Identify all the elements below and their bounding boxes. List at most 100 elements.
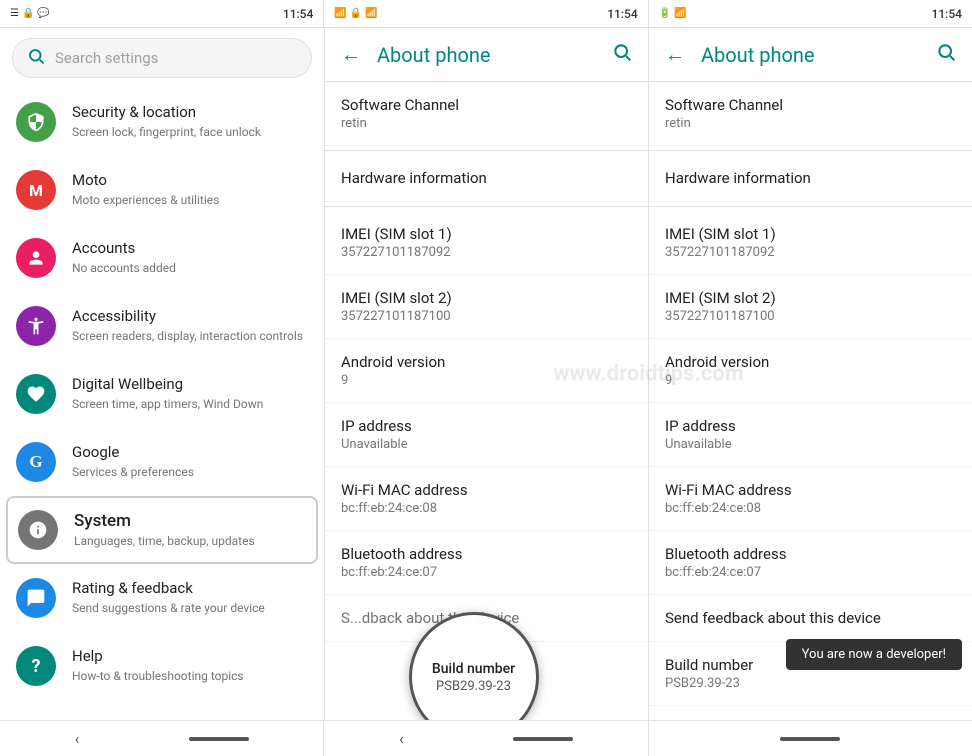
wifi-value-2: bc:ff:eb:24:ce:08 <box>665 501 956 516</box>
search-action-1[interactable] <box>612 42 632 67</box>
nav-section-1: ‹ <box>0 721 324 756</box>
back-button-2[interactable]: ← <box>665 42 685 67</box>
imei1-label-2: IMEI (SIM slot 1) <box>665 225 956 243</box>
nav-bar: ‹ ‹ <box>0 720 972 756</box>
ip-label-1: IP address <box>341 417 632 435</box>
moto-text: Moto Moto experiences & utilities <box>72 171 308 208</box>
settings-list: Security & location Screen lock, fingerp… <box>0 88 324 720</box>
system-text: System Languages, time, backup, updates <box>74 510 306 550</box>
info-bt-1[interactable]: Bluetooth address bc:ff:eb:24:ce:07 <box>325 531 648 595</box>
status-icons-2: 📶 🔒 📶 <box>334 8 377 19</box>
accessibility-title: Accessibility <box>72 307 308 327</box>
imei1-label-1: IMEI (SIM slot 1) <box>341 225 632 243</box>
info-ip-1[interactable]: IP address Unavailable <box>325 403 648 467</box>
info-android-1[interactable]: Android version 9 <box>325 339 648 403</box>
info-wifi-2[interactable]: Wi-Fi MAC address bc:ff:eb:24:ce:08 <box>649 467 972 531</box>
info-imei2-2[interactable]: IMEI (SIM slot 2) 357227101187100 <box>649 275 972 339</box>
rating-icon <box>16 578 56 618</box>
security-title: Security & location <box>72 103 308 123</box>
help-subtitle: How-to & troubleshooting topics <box>72 669 308 685</box>
info-bt-2[interactable]: Bluetooth address bc:ff:eb:24:ce:07 <box>649 531 972 595</box>
search-action-2[interactable] <box>936 42 956 67</box>
panel-content-1: Software Channel retin Hardware informat… <box>325 82 648 720</box>
panels-wrapper: www.droidtips.com ← About phone Software… <box>325 28 972 720</box>
settings-item-help[interactable]: ? Help How-to & troubleshooting topics <box>0 632 324 700</box>
android-label-2: Android version <box>665 353 956 371</box>
wifi-label-2: Wi-Fi MAC address <box>665 481 956 499</box>
imei1-value-2: 357227101187092 <box>665 245 956 260</box>
info-feedback-2[interactable]: Send feedback about this device <box>649 595 972 642</box>
status-icons-3: 🔋 📶 <box>659 8 687 19</box>
bt-label-2: Bluetooth address <box>665 545 956 563</box>
hardware-section-2: Hardware information <box>665 169 956 187</box>
status-icon-3: 💬 <box>37 8 49 19</box>
panel-title-2: About phone <box>701 43 936 67</box>
info-imei1-1[interactable]: IMEI (SIM slot 1) 357227101187092 <box>325 211 648 275</box>
info-android-2[interactable]: Android version 9 <box>649 339 972 403</box>
system-icon <box>18 510 58 550</box>
accessibility-icon <box>16 306 56 346</box>
accounts-subtitle: No accounts added <box>72 261 308 277</box>
android-value-1: 9 <box>341 373 632 388</box>
imei1-value-1: 357227101187092 <box>341 245 632 260</box>
security-icon <box>16 102 56 142</box>
ip-value-1: Unavailable <box>341 437 632 452</box>
info-software-channel-2[interactable]: Software Channel retin <box>649 82 972 146</box>
info-software-channel-1[interactable]: Software Channel retin <box>325 82 648 146</box>
search-placeholder: Search settings <box>55 49 158 67</box>
toast-notification: You are now a developer! <box>786 639 962 670</box>
feedback-label-2: Send feedback about this device <box>665 609 956 627</box>
panel-title-1: About phone <box>377 43 612 67</box>
help-text: Help How-to & troubleshooting topics <box>72 647 308 684</box>
panel-header-2: ← About phone <box>649 28 972 82</box>
status-time-2: 11:54 <box>607 7 637 21</box>
info-wifi-1[interactable]: Wi-Fi MAC address bc:ff:eb:24:ce:08 <box>325 467 648 531</box>
bt-value-1: bc:ff:eb:24:ce:07 <box>341 565 632 580</box>
rating-subtitle: Send suggestions & rate your device <box>72 601 308 617</box>
info-imei1-2[interactable]: IMEI (SIM slot 1) 357227101187092 <box>649 211 972 275</box>
status-panel-1: ☰ 🔒 💬 11:54 <box>0 0 324 27</box>
divider-1 <box>325 150 648 151</box>
digital-wellbeing-text: Digital Wellbeing Screen time, app timer… <box>72 375 308 412</box>
divider-2 <box>325 206 648 207</box>
search-bar[interactable]: Search settings <box>12 38 312 78</box>
settings-item-accessibility[interactable]: Accessibility Screen readers, display, i… <box>0 292 324 360</box>
info-value-sc1: retin <box>341 116 632 131</box>
google-title: Google <box>72 443 308 463</box>
build-number-value: PSB29.39-23 <box>436 679 511 694</box>
status-time-3: 11:54 <box>932 7 962 21</box>
about-panel-2: ← About phone Software Channel retin Har… <box>649 28 972 720</box>
back-button-1[interactable]: ← <box>341 42 361 67</box>
settings-item-digital-wellbeing[interactable]: Digital Wellbeing Screen time, app timer… <box>0 360 324 428</box>
help-title: Help <box>72 647 308 667</box>
settings-item-moto[interactable]: M Moto Moto experiences & utilities <box>0 156 324 224</box>
info-ip-2[interactable]: IP address Unavailable <box>649 403 972 467</box>
search-icon <box>27 47 45 69</box>
battery-icon: 🔋 <box>659 8 671 19</box>
nav-pill-2 <box>513 737 573 741</box>
wifi-label-1: Wi-Fi MAC address <box>341 481 632 499</box>
status-time-1: 11:54 <box>283 7 313 21</box>
android-label-1: Android version <box>341 353 632 371</box>
imei2-value-2: 357227101187100 <box>665 309 956 324</box>
panel-content-2: Software Channel retin Hardware informat… <box>649 82 972 720</box>
settings-item-system[interactable]: System Languages, time, backup, updates <box>6 496 318 564</box>
settings-item-accounts[interactable]: Accounts No accounts added <box>0 224 324 292</box>
settings-item-security[interactable]: Security & location Screen lock, fingerp… <box>0 88 324 156</box>
settings-item-rating[interactable]: Rating & feedback Send suggestions & rat… <box>0 564 324 632</box>
build-value-2: PSB29.39-23 <box>665 676 956 691</box>
accessibility-subtitle: Screen readers, display, interaction con… <box>72 329 308 345</box>
accounts-text: Accounts No accounts added <box>72 239 308 276</box>
settings-item-google[interactable]: G Google Services & preferences <box>0 428 324 496</box>
ip-label-2: IP address <box>665 417 956 435</box>
digital-wellbeing-title: Digital Wellbeing <box>72 375 308 395</box>
nav-back-2[interactable]: ‹ <box>399 729 404 748</box>
nav-back-1[interactable]: ‹ <box>75 729 80 748</box>
info-value-sc2: retin <box>665 116 956 131</box>
accounts-icon <box>16 238 56 278</box>
moto-title: Moto <box>72 171 308 191</box>
settings-panel: Search settings Security & location Scre… <box>0 28 325 720</box>
status-panel-2: 📶 🔒 📶 11:54 <box>324 0 648 27</box>
google-text: Google Services & preferences <box>72 443 308 480</box>
info-imei2-1[interactable]: IMEI (SIM slot 2) 357227101187100 <box>325 275 648 339</box>
